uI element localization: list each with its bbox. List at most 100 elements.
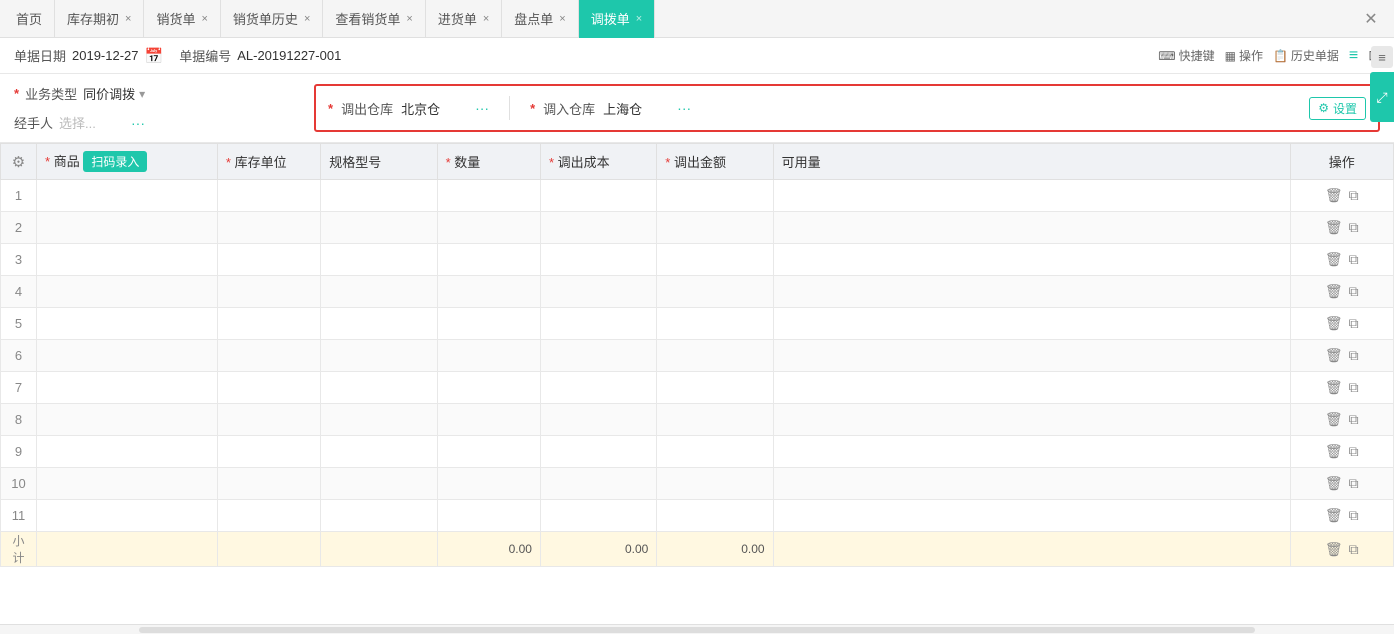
row-amount[interactable]: [657, 308, 773, 340]
settings-button[interactable]: ⚙ 设置: [1309, 97, 1366, 120]
row-product[interactable]: [37, 308, 218, 340]
tab-inventory-init-close[interactable]: ×: [125, 13, 131, 25]
row-amount[interactable]: [657, 180, 773, 212]
row-qty[interactable]: [437, 404, 540, 436]
delete-icon[interactable]: 🗑: [1325, 475, 1343, 492]
row-product[interactable]: [37, 500, 218, 532]
row-product[interactable]: [37, 180, 218, 212]
row-qty[interactable]: [437, 468, 540, 500]
row-unit[interactable]: [217, 372, 320, 404]
row-cost[interactable]: [540, 340, 656, 372]
subtotal-copy-icon[interactable]: ⧉: [1349, 541, 1359, 558]
row-product[interactable]: [37, 212, 218, 244]
row-unit[interactable]: [217, 500, 320, 532]
tab-transfer-order-close[interactable]: ×: [636, 13, 642, 25]
row-cost[interactable]: [540, 308, 656, 340]
row-unit[interactable]: [217, 340, 320, 372]
row-available[interactable]: [773, 404, 1290, 436]
copy-icon[interactable]: ⧉: [1349, 283, 1359, 300]
copy-icon[interactable]: ⧉: [1349, 315, 1359, 332]
row-product[interactable]: [37, 372, 218, 404]
row-amount[interactable]: [657, 500, 773, 532]
row-unit[interactable]: [217, 276, 320, 308]
horizontal-scrollbar[interactable]: [0, 624, 1394, 634]
tab-sales-order-close[interactable]: ×: [201, 13, 207, 25]
row-amount[interactable]: [657, 212, 773, 244]
row-cost[interactable]: [540, 372, 656, 404]
delete-icon[interactable]: 🗑: [1325, 219, 1343, 236]
row-amount[interactable]: [657, 404, 773, 436]
tab-purchase-order[interactable]: 进货单 ×: [426, 0, 502, 38]
row-available[interactable]: [773, 436, 1290, 468]
sidebar-list-button[interactable]: ≡: [1371, 46, 1393, 68]
row-qty[interactable]: [437, 212, 540, 244]
delete-icon[interactable]: 🗑: [1325, 411, 1343, 428]
row-cost[interactable]: [540, 500, 656, 532]
tab-inventory-check[interactable]: 盘点单 ×: [502, 0, 578, 38]
row-spec[interactable]: [321, 436, 437, 468]
row-unit[interactable]: [217, 308, 320, 340]
row-available[interactable]: [773, 212, 1290, 244]
row-available[interactable]: [773, 308, 1290, 340]
row-product[interactable]: [37, 404, 218, 436]
copy-icon[interactable]: ⧉: [1349, 475, 1359, 492]
row-spec[interactable]: [321, 340, 437, 372]
row-unit[interactable]: [217, 404, 320, 436]
row-spec[interactable]: [321, 308, 437, 340]
row-cost[interactable]: [540, 180, 656, 212]
tab-view-sales[interactable]: 查看销货单 ×: [323, 0, 425, 38]
row-available[interactable]: [773, 500, 1290, 532]
transfer-out-more-icon[interactable]: ···: [475, 100, 489, 116]
row-spec[interactable]: [321, 212, 437, 244]
row-qty[interactable]: [437, 372, 540, 404]
row-product[interactable]: [37, 276, 218, 308]
tab-sales-history-close[interactable]: ×: [304, 13, 310, 25]
operations-button[interactable]: ▦ 操作: [1225, 47, 1263, 64]
row-cost[interactable]: [540, 212, 656, 244]
row-qty[interactable]: [437, 340, 540, 372]
delete-icon[interactable]: 🗑: [1325, 379, 1343, 396]
row-spec[interactable]: [321, 372, 437, 404]
copy-icon[interactable]: ⧉: [1349, 379, 1359, 396]
row-amount[interactable]: [657, 340, 773, 372]
row-cost[interactable]: [540, 436, 656, 468]
window-close-button[interactable]: ✕: [1352, 0, 1390, 38]
tab-transfer-order[interactable]: 调拨单 ×: [579, 0, 655, 38]
row-product[interactable]: [37, 468, 218, 500]
row-amount[interactable]: [657, 468, 773, 500]
tab-view-sales-close[interactable]: ×: [406, 13, 412, 25]
handler-more-icon[interactable]: ···: [131, 115, 145, 131]
row-available[interactable]: [773, 180, 1290, 212]
row-spec[interactable]: [321, 468, 437, 500]
row-qty[interactable]: [437, 180, 540, 212]
row-unit[interactable]: [217, 468, 320, 500]
row-qty[interactable]: [437, 276, 540, 308]
copy-icon[interactable]: ⧉: [1349, 219, 1359, 236]
delete-icon[interactable]: 🗑: [1325, 507, 1343, 524]
row-cost[interactable]: [540, 404, 656, 436]
list-view-button[interactable]: ≡: [1349, 47, 1358, 65]
row-cost[interactable]: [540, 244, 656, 276]
row-unit[interactable]: [217, 244, 320, 276]
copy-icon[interactable]: ⧉: [1349, 251, 1359, 268]
row-unit[interactable]: [217, 212, 320, 244]
copy-icon[interactable]: ⧉: [1349, 443, 1359, 460]
row-spec[interactable]: [321, 404, 437, 436]
row-unit[interactable]: [217, 180, 320, 212]
row-unit[interactable]: [217, 436, 320, 468]
row-amount[interactable]: [657, 276, 773, 308]
row-amount[interactable]: [657, 436, 773, 468]
tab-inventory-init[interactable]: 库存期初 ×: [55, 0, 144, 38]
row-available[interactable]: [773, 276, 1290, 308]
row-product[interactable]: [37, 436, 218, 468]
row-spec[interactable]: [321, 500, 437, 532]
row-product[interactable]: [37, 340, 218, 372]
sidebar-expand-button[interactable]: ⤢: [1370, 72, 1394, 122]
delete-icon[interactable]: 🗑: [1325, 251, 1343, 268]
gear-icon[interactable]: ⚙: [12, 154, 25, 171]
tab-inventory-check-close[interactable]: ×: [559, 13, 565, 25]
copy-icon[interactable]: ⧉: [1349, 347, 1359, 364]
row-amount[interactable]: [657, 244, 773, 276]
row-qty[interactable]: [437, 308, 540, 340]
shortcuts-button[interactable]: ⌨ 快捷键: [1158, 47, 1214, 64]
